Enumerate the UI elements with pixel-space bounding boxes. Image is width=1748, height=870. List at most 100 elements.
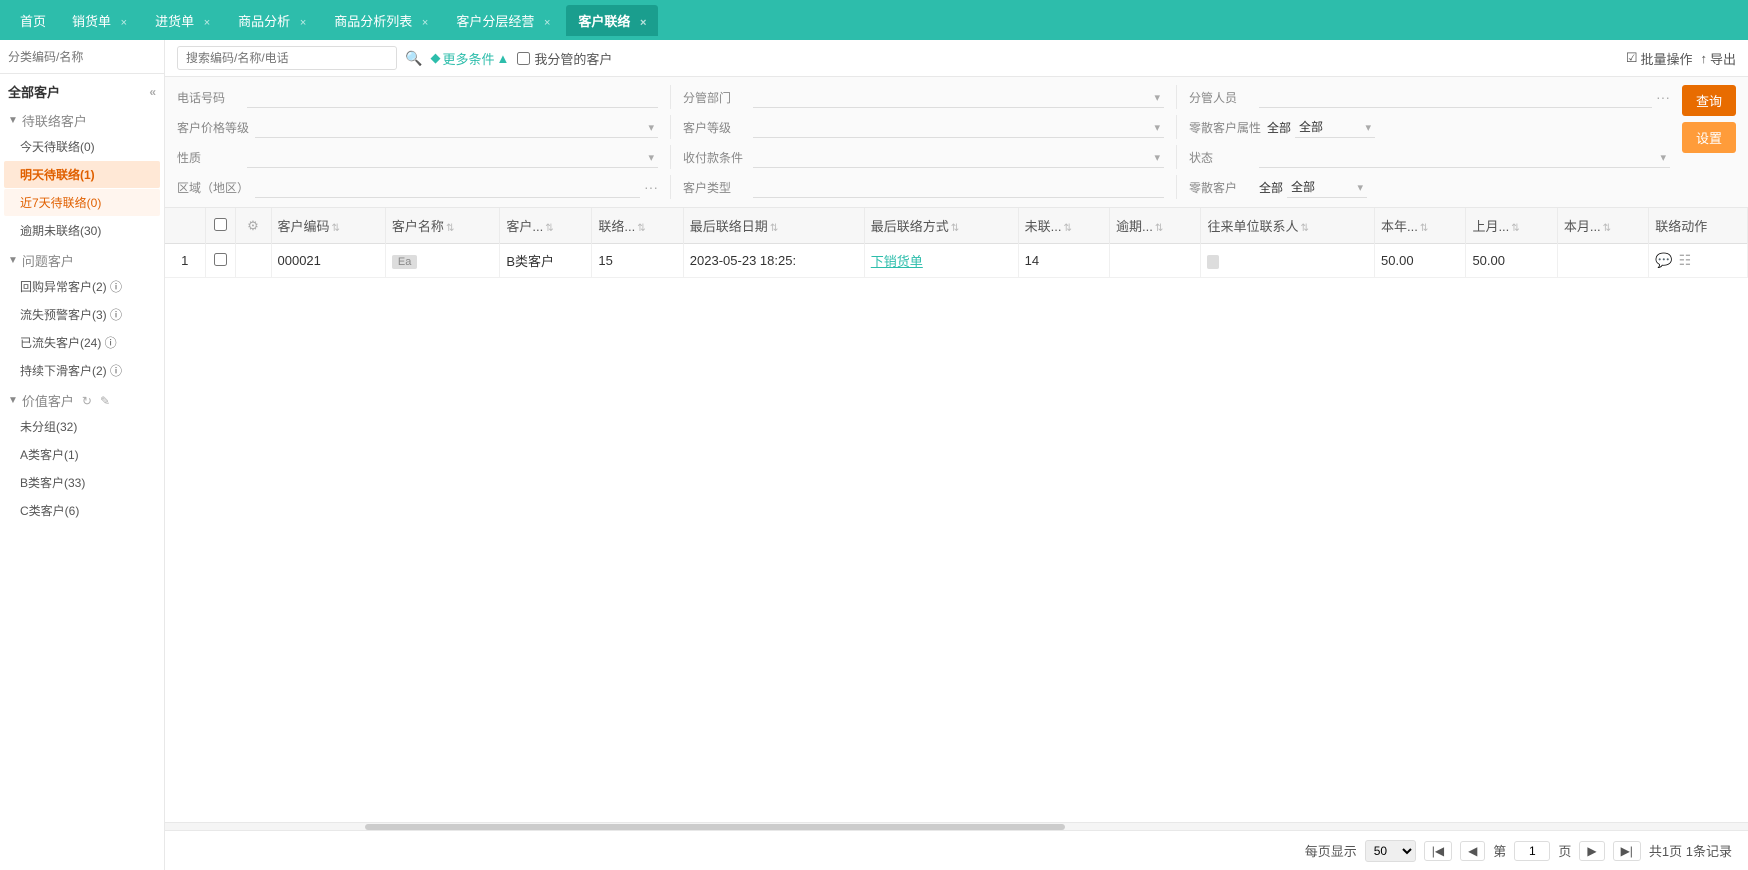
th-name: 客户名称⇅ — [385, 208, 499, 244]
sidebar-search-input[interactable] — [8, 50, 163, 64]
settings-gear-icon[interactable]: ⚙ — [247, 218, 259, 233]
last-method-link[interactable]: 下销货单 — [871, 254, 923, 269]
close-tab-product-analysis[interactable]: × — [300, 17, 306, 29]
sort-icon-year[interactable]: ⇅ — [1420, 223, 1428, 234]
cust-type-input[interactable] — [753, 177, 1164, 198]
select-all-checkbox[interactable] — [214, 218, 227, 231]
edit-icon[interactable]: ✎ — [100, 394, 110, 408]
person-input[interactable] — [1259, 87, 1652, 108]
sidebar-group-value[interactable]: ▼ 价值客户 ↻ ✎ — [0, 385, 164, 412]
sidebar-group-problem[interactable]: ▼ 问题客户 — [0, 245, 164, 272]
my-customers-filter[interactable]: 我分管的客户 — [517, 49, 612, 68]
sort-icon-type[interactable]: ⇅ — [545, 223, 553, 234]
retail-cust-select[interactable]: 全部 — [1287, 177, 1367, 198]
nav-tab-customer-tier[interactable]: 客户分层经营 × — [444, 5, 562, 36]
nature-select[interactable] — [247, 147, 658, 168]
sort-icon-date[interactable]: ⇅ — [770, 223, 778, 234]
batch-op-button[interactable]: ☑ 批量操作 — [1626, 49, 1693, 68]
dept-select[interactable] — [753, 87, 1164, 108]
retail-attr-select[interactable]: 全部 — [1295, 117, 1375, 138]
close-tab-purchase[interactable]: × — [204, 17, 210, 29]
prev-page-button[interactable]: ◀ — [1460, 841, 1485, 861]
customer-table: ⚙ 客户编码⇅ 客户名称⇅ 客户...⇅ 联络...⇅ 最后联络日期⇅ 最后联络… — [165, 208, 1748, 278]
cust-level-select[interactable] — [753, 117, 1164, 138]
export-button[interactable]: ↑ 导出 — [1700, 49, 1736, 68]
divider2 — [1176, 85, 1177, 109]
sort-icon-overdue[interactable]: ⇅ — [1155, 223, 1163, 234]
phone-input[interactable] — [247, 87, 658, 108]
price-level-select[interactable] — [255, 117, 658, 138]
close-tab-customer-tier[interactable]: × — [544, 17, 550, 29]
next-page-button[interactable]: ▶ — [1579, 841, 1604, 861]
adv-field-retail-cust: 零散客户 全部 全部 — [1189, 177, 1670, 198]
sort-icon-month[interactable]: ⇅ — [1603, 223, 1611, 234]
close-tab-customer-contact[interactable]: × — [640, 17, 646, 29]
sort-icon-uncontacted[interactable]: ⇅ — [1064, 223, 1072, 234]
first-page-button[interactable]: |◀ — [1424, 841, 1452, 861]
last-page-button[interactable]: ▶| — [1613, 841, 1641, 861]
set-button[interactable]: 设置 — [1682, 122, 1736, 153]
sort-icon-method[interactable]: ⇅ — [951, 223, 959, 234]
sidebar-all-customers[interactable]: 全部客户 « — [0, 74, 164, 105]
person-dots-icon[interactable]: ··· — [1656, 89, 1670, 105]
sidebar-item-declining[interactable]: 持续下滑客户(2) ⓘ — [4, 357, 160, 384]
name-masked: Ea — [392, 255, 417, 269]
adv-row-2: 客户价格等级 客户等级 — [177, 115, 1670, 139]
th-this-year: 本年...⇅ — [1375, 208, 1466, 244]
sidebar-item-repurchase-abnormal[interactable]: 回购异常客户(2) ⓘ — [4, 273, 160, 300]
scrollbar-thumb[interactable] — [365, 824, 1065, 830]
grid-action-icon[interactable]: ☷ — [1679, 252, 1692, 269]
nav-tab-sales[interactable]: 销货单 × — [60, 5, 139, 36]
nav-tab-purchase[interactable]: 进货单 × — [143, 5, 222, 36]
per-page-select[interactable]: 50 100 200 — [1365, 840, 1416, 862]
page-input[interactable] — [1514, 841, 1550, 861]
sort-icon-unit-contact[interactable]: ⇅ — [1300, 223, 1308, 234]
filter-search-input[interactable] — [177, 46, 397, 70]
close-tab-sales[interactable]: × — [121, 17, 127, 29]
cell-uncontacted: 14 — [1018, 244, 1109, 278]
sidebar-item-overdue[interactable]: 逾期未联络(30) — [4, 217, 160, 244]
nav-tab-customer-contact[interactable]: 客户联络 × — [566, 5, 658, 36]
adv-row-3: 性质 收付款条件 — [177, 145, 1670, 169]
status-wrap — [1259, 147, 1670, 168]
sidebar-item-class-b[interactable]: B类客户(33) — [4, 469, 160, 496]
price-level-wrap — [255, 117, 658, 138]
sort-icon-lmonth[interactable]: ⇅ — [1511, 223, 1519, 234]
row-checkbox[interactable] — [214, 253, 227, 266]
chat-action-icon[interactable]: 💬 — [1655, 252, 1672, 269]
region-dots-icon[interactable]: ··· — [644, 179, 658, 195]
sidebar-item-tomorrow[interactable]: 明天待联络(1) — [4, 161, 160, 188]
divider — [670, 85, 671, 109]
region-input[interactable] — [255, 177, 640, 198]
horizontal-scrollbar[interactable] — [165, 822, 1748, 830]
sidebar-item-class-a[interactable]: A类客户(1) — [4, 441, 160, 468]
table-header: ⚙ 客户编码⇅ 客户名称⇅ 客户...⇅ 联络...⇅ 最后联络日期⇅ 最后联络… — [165, 208, 1748, 244]
nav-tab-product-analysis[interactable]: 商品分析 × — [226, 5, 318, 36]
dept-select-wrap — [753, 87, 1164, 108]
payment-select[interactable] — [753, 147, 1164, 168]
cell-last-date: 2023-05-23 18:25: — [683, 244, 864, 278]
sort-icon-contact[interactable]: ⇅ — [637, 223, 645, 234]
nav-tab-product-list[interactable]: 商品分析列表 × — [322, 5, 440, 36]
sidebar-item-class-c[interactable]: C类客户(6) — [4, 497, 160, 524]
filter-more-button[interactable]: ◆ 更多条件 ▲ — [430, 49, 509, 68]
my-customers-checkbox[interactable] — [517, 52, 530, 65]
filter-search-button[interactable]: 🔍 — [405, 50, 422, 67]
sidebar-item-ungrouped[interactable]: 未分组(32) — [4, 413, 160, 440]
close-tab-product-list[interactable]: × — [422, 17, 428, 29]
filter-right-actions: ☑ 批量操作 ↑ 导出 — [1626, 49, 1736, 68]
status-select[interactable] — [1259, 147, 1670, 168]
nav-home[interactable]: 首页 — [10, 5, 56, 36]
sidebar-item-7days[interactable]: 近7天待联络(0) — [4, 189, 160, 216]
th-code: 客户编码⇅ — [271, 208, 385, 244]
page-suffix: 页 — [1558, 841, 1571, 860]
refresh-icon[interactable]: ↻ — [82, 394, 92, 408]
sidebar-item-churned[interactable]: 已流失客户(24) ⓘ — [4, 329, 160, 356]
sidebar-item-today[interactable]: 今天待联络(0) — [4, 133, 160, 160]
sidebar-item-churn-warning[interactable]: 流失预警客户(3) ⓘ — [4, 301, 160, 328]
query-button[interactable]: 查询 — [1682, 85, 1736, 116]
sidebar-group-pending[interactable]: ▼ 待联络客户 — [0, 105, 164, 132]
sort-icon-code[interactable]: ⇅ — [332, 223, 340, 234]
sort-icon-name[interactable]: ⇅ — [446, 223, 454, 234]
th-type: 客户...⇅ — [500, 208, 592, 244]
